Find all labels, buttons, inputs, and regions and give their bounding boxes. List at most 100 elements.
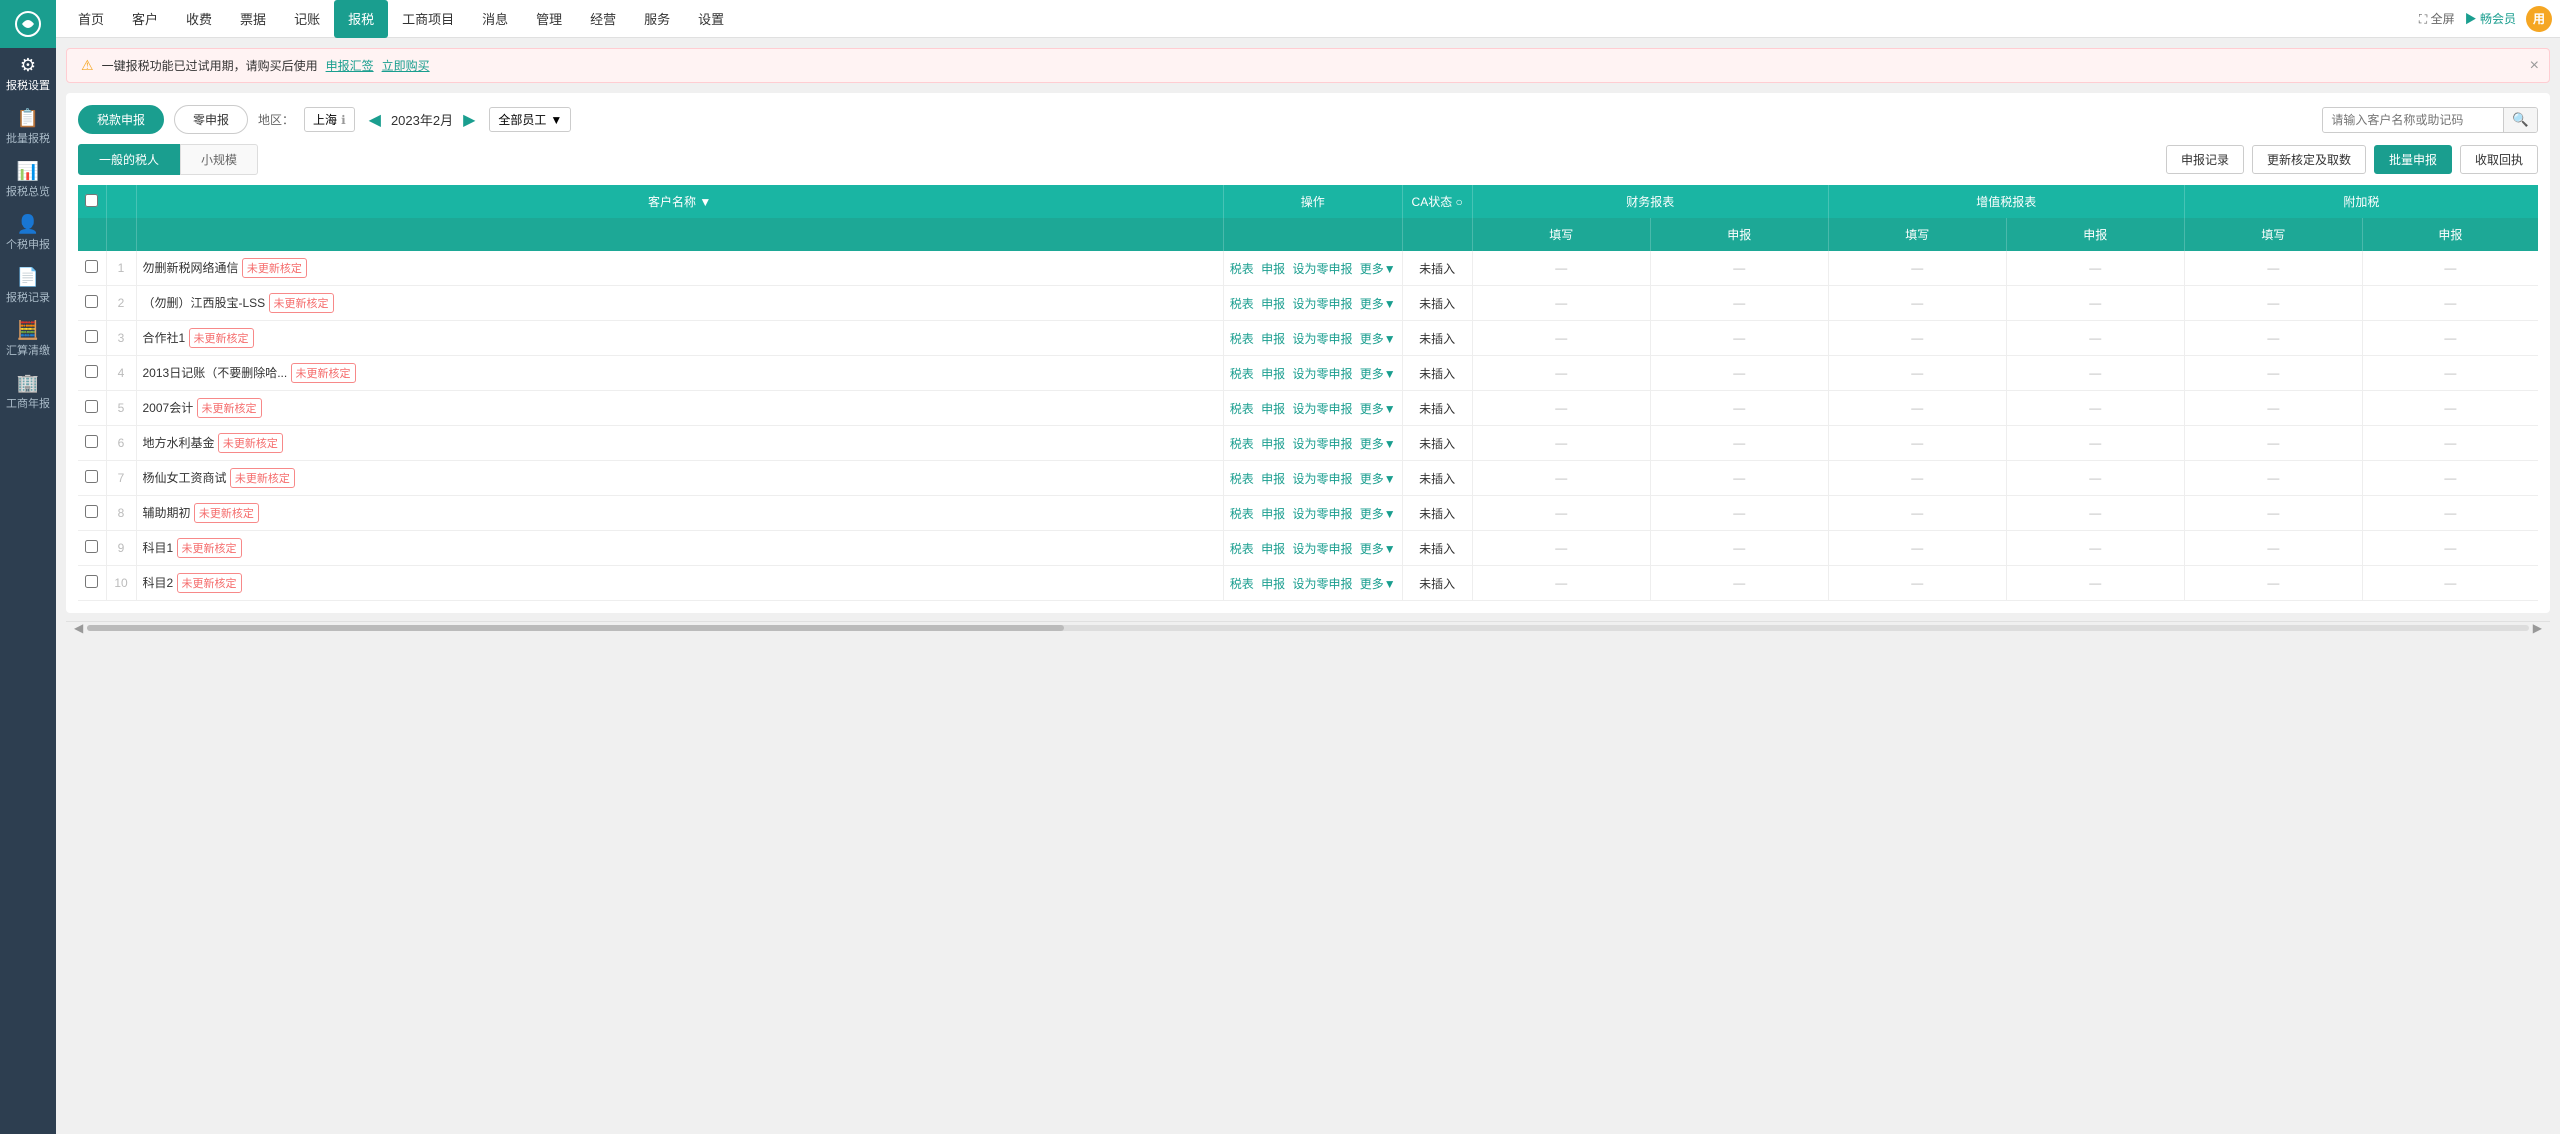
sidebar-item-annual-report[interactable]: 🏢 工商年报 — [0, 366, 56, 419]
op-tax-form-5[interactable]: 税表 — [1230, 437, 1254, 451]
op-more-8[interactable]: 更多▼ — [1360, 542, 1396, 556]
th-sub-ca — [1402, 218, 1472, 251]
nav-home[interactable]: 首页 — [64, 0, 118, 38]
scroll-track[interactable] — [87, 625, 2529, 631]
row-checkbox-9[interactable] — [85, 575, 98, 588]
op-set-zero-0[interactable]: 设为零申报 — [1292, 262, 1352, 276]
op-set-zero-8[interactable]: 设为零申报 — [1292, 542, 1352, 556]
nav-message[interactable]: 消息 — [468, 0, 522, 38]
op-set-zero-6[interactable]: 设为零申报 — [1292, 472, 1352, 486]
row-checkbox-5[interactable] — [85, 435, 98, 448]
op-more-6[interactable]: 更多▼ — [1360, 472, 1396, 486]
row-checkbox-7[interactable] — [85, 505, 98, 518]
op-tax-form-7[interactable]: 税表 — [1230, 507, 1254, 521]
table-row: 5 2007会计 未更新核定 税表 申报 设为零申报 更多▼ 未插入 — — —… — [78, 391, 2538, 426]
nav-billing[interactable]: 收费 — [172, 0, 226, 38]
op-more-3[interactable]: 更多▼ — [1360, 367, 1396, 381]
nav-manage[interactable]: 管理 — [522, 0, 576, 38]
op-more-5[interactable]: 更多▼ — [1360, 437, 1396, 451]
search-input[interactable] — [2323, 109, 2503, 131]
nav-business[interactable]: 工商项目 — [388, 0, 468, 38]
row-checkbox-4[interactable] — [85, 400, 98, 413]
staff-selector[interactable]: 全部员工 ▼ — [489, 107, 571, 132]
op-tax-form-2[interactable]: 税表 — [1230, 332, 1254, 346]
op-declare-3[interactable]: 申报 — [1261, 367, 1285, 381]
op-set-zero-2[interactable]: 设为零申报 — [1292, 332, 1352, 346]
collect-back-button[interactable]: 收取回执 — [2460, 145, 2538, 174]
banner-link-declaration[interactable]: 申报汇签 — [326, 57, 374, 74]
fullscreen-btn[interactable]: ⛶ 全屏 — [2419, 10, 2455, 27]
op-tax-form-1[interactable]: 税表 — [1230, 297, 1254, 311]
op-tax-form-6[interactable]: 税表 — [1230, 472, 1254, 486]
op-declare-1[interactable]: 申报 — [1261, 297, 1285, 311]
subtab-general-taxpayer[interactable]: 一般的税人 — [78, 144, 180, 175]
nav-bookkeeping[interactable]: 记账 — [280, 0, 334, 38]
op-more-9[interactable]: 更多▼ — [1360, 577, 1396, 591]
nav-settings[interactable]: 设置 — [684, 0, 738, 38]
nav-operation[interactable]: 经营 — [576, 0, 630, 38]
nav-client[interactable]: 客户 — [118, 0, 172, 38]
nav-service[interactable]: 服务 — [630, 0, 684, 38]
horizontal-scrollbar[interactable]: ◀ ▶ — [66, 621, 2550, 633]
op-declare-4[interactable]: 申报 — [1261, 402, 1285, 416]
scroll-left-arrow[interactable]: ◀ — [74, 621, 83, 635]
banner-link-buy[interactable]: 立即购买 — [382, 57, 430, 74]
upgrade-btn[interactable]: ▶ 畅会员 — [2465, 10, 2516, 27]
subtab-small-scale[interactable]: 小规模 — [180, 144, 258, 175]
tab-tax-declaration[interactable]: 税款申报 — [78, 105, 164, 134]
nav-invoice[interactable]: 票据 — [226, 0, 280, 38]
sidebar-item-personal-tax[interactable]: 👤 个税申报 — [0, 207, 56, 260]
op-set-zero-3[interactable]: 设为零申报 — [1292, 367, 1352, 381]
op-more-2[interactable]: 更多▼ — [1360, 332, 1396, 346]
row-checkbox-cell — [78, 321, 106, 356]
op-tax-form-9[interactable]: 税表 — [1230, 577, 1254, 591]
op-declare-0[interactable]: 申报 — [1261, 262, 1285, 276]
nav-tax[interactable]: 报税 — [334, 0, 388, 38]
tab-zero-declaration[interactable]: 零申报 — [174, 105, 248, 134]
op-more-7[interactable]: 更多▼ — [1360, 507, 1396, 521]
sidebar-item-tax-records[interactable]: 📄 报税记录 — [0, 260, 56, 313]
op-declare-5[interactable]: 申报 — [1261, 437, 1285, 451]
sidebar-item-batch-tax[interactable]: 📋 批量报税 — [0, 101, 56, 154]
op-declare-2[interactable]: 申报 — [1261, 332, 1285, 346]
op-tax-form-4[interactable]: 税表 — [1230, 402, 1254, 416]
op-set-zero-7[interactable]: 设为零申报 — [1292, 507, 1352, 521]
search-button[interactable]: 🔍 — [2503, 108, 2537, 132]
op-set-zero-4[interactable]: 设为零申报 — [1292, 402, 1352, 416]
user-avatar[interactable]: 用 — [2526, 6, 2552, 32]
row-checkbox-2[interactable] — [85, 330, 98, 343]
sidebar-item-tax-settings[interactable]: ⚙ 报税设置 — [0, 48, 56, 101]
op-more-1[interactable]: 更多▼ — [1360, 297, 1396, 311]
row-checkbox-6[interactable] — [85, 470, 98, 483]
row-checkbox-1[interactable] — [85, 295, 98, 308]
region-selector[interactable]: 上海 ℹ — [304, 107, 355, 132]
update-quota-button[interactable]: 更新核定及取数 — [2252, 145, 2366, 174]
row-vat-declare-8: — — [2362, 531, 2538, 566]
op-set-zero-5[interactable]: 设为零申报 — [1292, 437, 1352, 451]
op-declare-7[interactable]: 申报 — [1261, 507, 1285, 521]
op-declare-6[interactable]: 申报 — [1261, 472, 1285, 486]
row-checkbox-0[interactable] — [85, 260, 98, 273]
row-checkbox-cell — [78, 566, 106, 601]
op-tax-form-0[interactable]: 税表 — [1230, 262, 1254, 276]
date-prev-button[interactable]: ◀ — [365, 110, 385, 130]
banner-close-button[interactable]: × — [2530, 57, 2539, 75]
op-more-4[interactable]: 更多▼ — [1360, 402, 1396, 416]
op-set-zero-1[interactable]: 设为零申报 — [1292, 297, 1352, 311]
op-declare-8[interactable]: 申报 — [1261, 542, 1285, 556]
op-tax-form-3[interactable]: 税表 — [1230, 367, 1254, 381]
declaration-record-button[interactable]: 申报记录 — [2166, 145, 2244, 174]
row-checkbox-3[interactable] — [85, 365, 98, 378]
batch-declare-button[interactable]: 批量申报 — [2374, 145, 2452, 174]
select-all-checkbox[interactable] — [85, 194, 98, 207]
op-set-zero-9[interactable]: 设为零申报 — [1292, 577, 1352, 591]
op-more-0[interactable]: 更多▼ — [1360, 262, 1396, 276]
row-checkbox-8[interactable] — [85, 540, 98, 553]
op-tax-form-8[interactable]: 税表 — [1230, 542, 1254, 556]
sidebar-item-tax-overview[interactable]: 📊 报税总览 — [0, 154, 56, 207]
row-fin-declare-1: — — [1650, 286, 1828, 321]
op-declare-9[interactable]: 申报 — [1261, 577, 1285, 591]
scroll-right-arrow[interactable]: ▶ — [2533, 621, 2542, 635]
date-next-button[interactable]: ▶ — [459, 110, 479, 130]
sidebar-item-settlement[interactable]: 🧮 汇算清缴 — [0, 313, 56, 366]
